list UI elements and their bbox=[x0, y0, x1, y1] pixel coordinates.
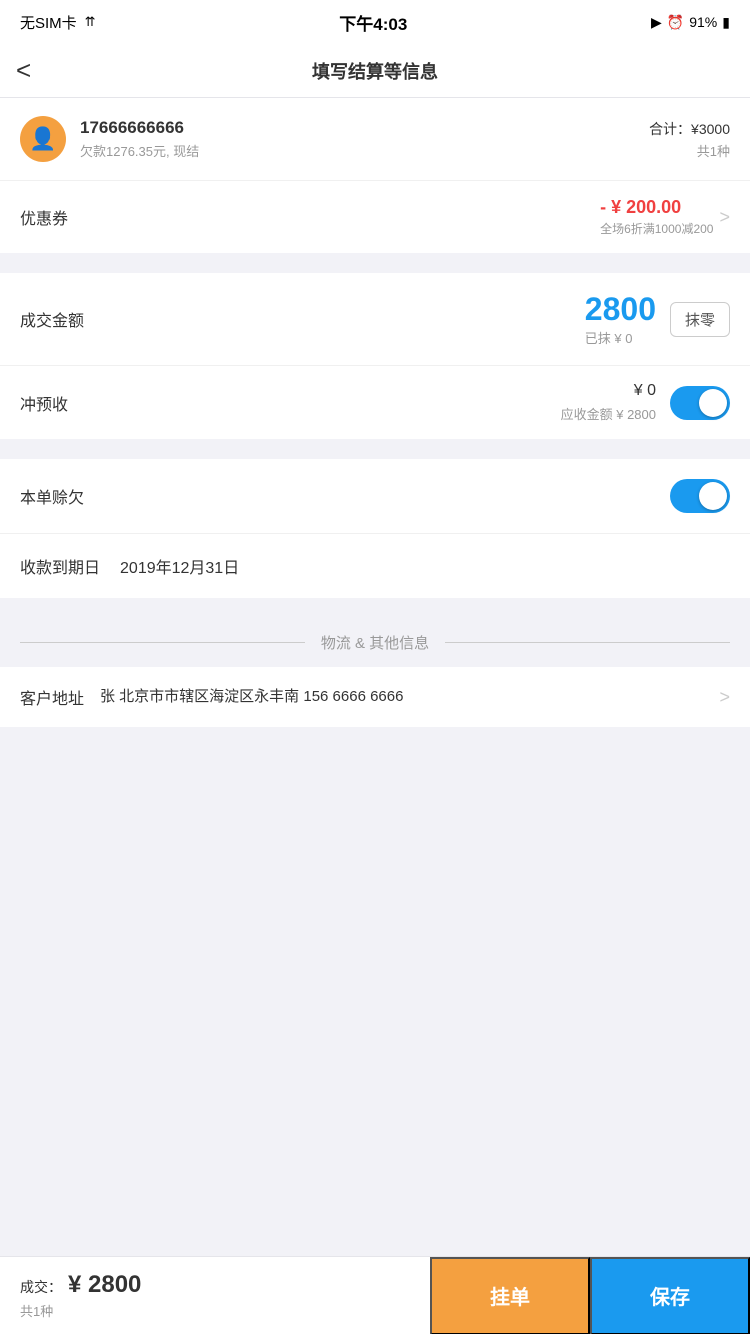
bottom-bar: 成交： ¥ 2800 共1种 挂单 保存 bbox=[0, 1256, 750, 1334]
battery-icon: ▮ bbox=[722, 14, 730, 31]
avatar: 👤 bbox=[20, 116, 66, 162]
prepay-amount: ¥ 0 bbox=[634, 382, 656, 400]
bottom-summary: 成交： ¥ 2800 共1种 bbox=[0, 1271, 430, 1320]
wifi-icon: ⇈ bbox=[85, 14, 96, 30]
address-label: 客户地址 bbox=[20, 685, 84, 709]
coupon-discount: - ¥ 200.00 bbox=[600, 197, 713, 218]
address-value: 张 北京市市辖区海淀区永丰南 156 6666 6666 bbox=[100, 686, 719, 709]
coupon-label: 优惠券 bbox=[20, 205, 68, 229]
save-button[interactable]: 保存 bbox=[590, 1257, 750, 1334]
customer-info: 17666666666 欠款1276.35元, 现结 bbox=[80, 118, 199, 160]
logistics-line-left bbox=[20, 642, 305, 643]
due-date-value: 2019年12月31日 bbox=[120, 554, 239, 578]
round-button[interactable]: 抹零 bbox=[670, 302, 730, 337]
battery-text: 91% bbox=[689, 14, 717, 30]
credit-row: 本单赊欠 bbox=[0, 459, 750, 533]
address-chevron-icon: > bbox=[719, 687, 730, 708]
prepay-label: 冲预收 bbox=[20, 391, 68, 415]
divider-3 bbox=[0, 608, 750, 618]
customer-right: 合计：¥3000 共1种 bbox=[649, 119, 730, 160]
hang-button[interactable]: 挂单 bbox=[430, 1257, 590, 1334]
total-count: 共1种 bbox=[649, 141, 730, 160]
prepay-row: 冲预收 ¥ 0 应收金额 ¥ 2800 bbox=[0, 365, 750, 439]
customer-phone: 17666666666 bbox=[80, 118, 199, 138]
location-icon: ▶ bbox=[651, 14, 662, 31]
logistics-line-right bbox=[445, 642, 730, 643]
divider-1 bbox=[0, 263, 750, 273]
back-button[interactable]: < bbox=[16, 55, 31, 86]
prepay-right: ¥ 0 应收金额 ¥ 2800 bbox=[561, 382, 730, 423]
prepay-sub: 应收金额 ¥ 2800 bbox=[561, 404, 656, 423]
due-date-label: 收款到期日 bbox=[20, 554, 100, 578]
summary-label: 成交： bbox=[20, 1277, 62, 1297]
coupon-row[interactable]: 优惠券 - ¥ 200.00 全场6折满1000减200 > bbox=[0, 180, 750, 253]
status-bar: 无SIM卡 ⇈ 下午4:03 ▶ ⏰ 91% ▮ bbox=[0, 0, 750, 44]
customer-row: 👤 17666666666 欠款1276.35元, 现结 合计：¥3000 共1… bbox=[0, 98, 750, 180]
credit-card: 本单赊欠 收款到期日 2019年12月31日 bbox=[0, 459, 750, 598]
divider-2 bbox=[0, 449, 750, 459]
date-row: 收款到期日 2019年12月31日 bbox=[0, 533, 750, 598]
status-carrier: 无SIM卡 ⇈ bbox=[20, 12, 96, 33]
bottom-spacer bbox=[0, 737, 750, 817]
prepay-info: ¥ 0 应收金额 ¥ 2800 bbox=[561, 382, 656, 423]
amount-right: 2800 已抹 ¥ 0 抹零 bbox=[585, 291, 730, 347]
carrier-text: 无SIM卡 bbox=[20, 12, 77, 33]
address-row[interactable]: 客户地址 张 北京市市辖区海淀区永丰南 156 6666 6666 > bbox=[0, 667, 750, 727]
amount-sub: 已抹 ¥ 0 bbox=[585, 328, 656, 347]
coupon-desc: 全场6折满1000减200 bbox=[600, 220, 713, 237]
logistics-header: 物流 & 其他信息 bbox=[0, 618, 750, 667]
summary-value: ¥ 2800 bbox=[68, 1271, 141, 1299]
address-card[interactable]: 客户地址 张 北京市市辖区海淀区永丰南 156 6666 6666 > bbox=[0, 667, 750, 727]
status-right: ▶ ⏰ 91% ▮ bbox=[651, 14, 730, 31]
total-label: 合计：¥3000 bbox=[649, 119, 730, 139]
customer-card: 👤 17666666666 欠款1276.35元, 现结 合计：¥3000 共1… bbox=[0, 98, 750, 253]
credit-label: 本单赊欠 bbox=[20, 484, 84, 508]
bottom-summary-main: 成交： ¥ 2800 bbox=[20, 1271, 410, 1299]
nav-bar: < 填写结算等信息 bbox=[0, 44, 750, 98]
coupon-right: - ¥ 200.00 全场6折满1000减200 > bbox=[600, 197, 730, 237]
logistics-title: 物流 & 其他信息 bbox=[321, 632, 429, 653]
status-time: 下午4:03 bbox=[339, 10, 407, 35]
amount-row: 成交金额 2800 已抹 ¥ 0 抹零 bbox=[0, 273, 750, 365]
amount-info: 2800 已抹 ¥ 0 bbox=[585, 291, 656, 347]
summary-count: 共1种 bbox=[20, 1301, 410, 1320]
coupon-info: - ¥ 200.00 全场6折满1000减200 bbox=[600, 197, 713, 237]
customer-subtext: 欠款1276.35元, 现结 bbox=[80, 141, 199, 160]
prepay-toggle[interactable] bbox=[670, 386, 730, 420]
chevron-right-icon: > bbox=[719, 207, 730, 228]
amount-value: 2800 bbox=[585, 291, 656, 328]
page-title: 填写结算等信息 bbox=[312, 58, 438, 84]
credit-toggle[interactable] bbox=[670, 479, 730, 513]
amount-card: 成交金额 2800 已抹 ¥ 0 抹零 冲预收 ¥ 0 应收金额 ¥ 2800 bbox=[0, 273, 750, 439]
alarm-icon: ⏰ bbox=[667, 14, 684, 31]
customer-left: 👤 17666666666 欠款1276.35元, 现结 bbox=[20, 116, 199, 162]
amount-label: 成交金额 bbox=[20, 307, 84, 331]
